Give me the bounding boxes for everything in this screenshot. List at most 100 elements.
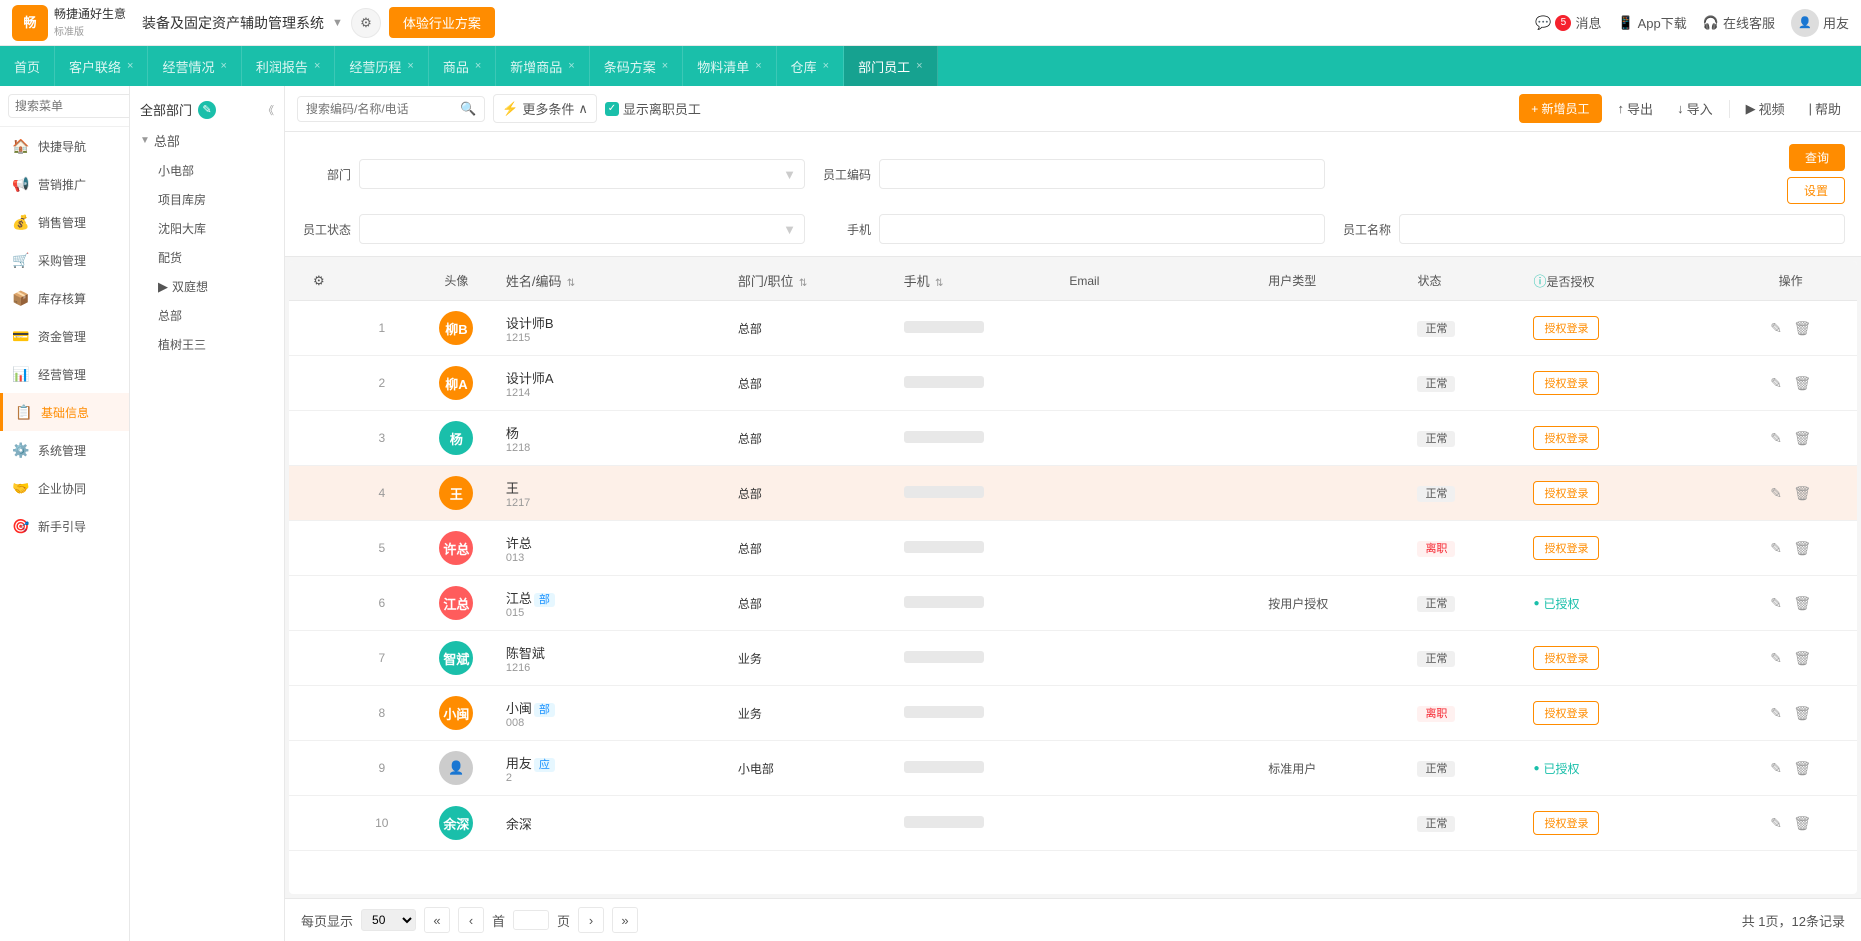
- delete-btn[interactable]: 🗑: [1789, 538, 1815, 558]
- close-icon[interactable]: ×: [568, 60, 574, 72]
- last-page-btn[interactable]: »: [612, 907, 638, 933]
- edit-btn[interactable]: ✎: [1766, 428, 1786, 448]
- auth-btn[interactable]: 授权登录: [1533, 646, 1599, 670]
- tab-operations[interactable]: 经营情况 ×: [148, 46, 241, 86]
- help-btn[interactable]: | 帮助: [1801, 95, 1849, 122]
- dept-item-peihuo[interactable]: 配货: [138, 243, 284, 272]
- per-page-select[interactable]: 50 100: [361, 909, 416, 931]
- col-settings-icon[interactable]: ⚙: [313, 273, 325, 288]
- auth-btn[interactable]: 授权登录: [1533, 481, 1599, 505]
- dept-item-shenyang[interactable]: 沈阳大库: [138, 214, 284, 243]
- filter-name-input[interactable]: [1399, 214, 1845, 244]
- delete-btn[interactable]: 🗑: [1789, 373, 1815, 393]
- sidebar-item-basic-info[interactable]: 📋 基础信息: [0, 393, 129, 431]
- tab-add-goods[interactable]: 新增商品 ×: [496, 46, 589, 86]
- sidebar-item-finance[interactable]: 💳 资金管理: [0, 317, 129, 355]
- tab-warehouse[interactable]: 仓库 ×: [777, 46, 844, 86]
- first-page-btn[interactable]: «: [424, 907, 450, 933]
- edit-btn[interactable]: ✎: [1766, 483, 1786, 503]
- settings-btn[interactable]: ⚙: [351, 8, 381, 38]
- auth-btn[interactable]: 授权登录: [1533, 701, 1599, 725]
- import-btn[interactable]: ↓ 导入: [1669, 95, 1721, 122]
- next-page-btn[interactable]: ›: [578, 907, 604, 933]
- sort-name-icon[interactable]: ⇅: [567, 278, 575, 289]
- add-employee-btn[interactable]: + 新增员工: [1519, 94, 1601, 123]
- sidebar-item-guide[interactable]: 🎯 新手引导: [0, 507, 129, 545]
- close-icon[interactable]: ×: [314, 60, 320, 72]
- edit-btn[interactable]: ✎: [1766, 648, 1786, 668]
- delete-btn[interactable]: 🗑: [1789, 483, 1815, 503]
- tab-history[interactable]: 经营历程 ×: [335, 46, 428, 86]
- online-service-btn[interactable]: 🎧 在线客服: [1703, 13, 1775, 32]
- delete-btn[interactable]: 🗑: [1789, 648, 1815, 668]
- delete-btn[interactable]: 🗑: [1789, 593, 1815, 613]
- edit-btn[interactable]: ✎: [1766, 813, 1786, 833]
- delete-btn[interactable]: 🗑: [1789, 428, 1815, 448]
- close-icon[interactable]: ×: [127, 60, 133, 72]
- dept-parent-zongbu[interactable]: ▼ 总部: [130, 125, 284, 156]
- app-download-btn[interactable]: 📱 App下载: [1617, 13, 1686, 32]
- sidebar-item-purchase[interactable]: 🛒 采购管理: [0, 241, 129, 279]
- edit-btn[interactable]: ✎: [1766, 373, 1786, 393]
- filter-code-input[interactable]: [879, 159, 1325, 189]
- sidebar-item-quick-nav[interactable]: 🏠 快捷导航: [0, 127, 129, 165]
- filter-phone-input[interactable]: [879, 214, 1325, 244]
- close-icon[interactable]: ×: [662, 60, 668, 72]
- tab-bom[interactable]: 物料清单 ×: [683, 46, 776, 86]
- query-btn[interactable]: 查询: [1789, 144, 1845, 171]
- close-icon[interactable]: ×: [220, 60, 226, 72]
- search-input[interactable]: [306, 102, 456, 116]
- sidebar-item-operations[interactable]: 📊 经营管理: [0, 355, 129, 393]
- tab-barcode[interactable]: 条码方案 ×: [590, 46, 683, 86]
- auth-btn[interactable]: 授权登录: [1533, 811, 1599, 835]
- dept-item-zongbu-child[interactable]: 总部: [138, 301, 284, 330]
- tab-employees[interactable]: 部门员工 ×: [844, 46, 937, 86]
- dept-item-xiangmu[interactable]: 项目库房: [138, 185, 284, 214]
- close-icon[interactable]: ×: [823, 60, 829, 72]
- delete-btn[interactable]: 🗑: [1789, 813, 1815, 833]
- tab-profit[interactable]: 利润报告 ×: [242, 46, 335, 86]
- dept-collapse-icon[interactable]: 《: [263, 102, 274, 118]
- edit-btn[interactable]: ✎: [1766, 758, 1786, 778]
- reset-btn[interactable]: 设置: [1787, 177, 1845, 204]
- dept-item-zhishu[interactable]: 植树王三: [138, 330, 284, 359]
- filter-status-select[interactable]: ▼: [359, 214, 805, 244]
- auth-btn[interactable]: 授权登录: [1533, 426, 1599, 450]
- close-icon[interactable]: ×: [475, 60, 481, 72]
- sidebar-search-input[interactable]: [8, 94, 130, 118]
- sidebar-item-marketing[interactable]: 📢 营销推广: [0, 165, 129, 203]
- sidebar-item-inventory[interactable]: 📦 库存核算: [0, 279, 129, 317]
- edit-btn[interactable]: ✎: [1766, 538, 1786, 558]
- dept-item-xiaodian[interactable]: 小电部: [138, 156, 284, 185]
- sort-phone-icon[interactable]: ⇅: [935, 278, 943, 289]
- export-btn[interactable]: ↑ 导出: [1610, 95, 1662, 122]
- dept-edit-icon[interactable]: ✎: [198, 101, 216, 119]
- prev-page-btn[interactable]: ‹: [458, 907, 484, 933]
- edit-btn[interactable]: ✎: [1766, 318, 1786, 338]
- user-info[interactable]: 👤 用友: [1791, 9, 1849, 37]
- close-icon[interactable]: ×: [407, 60, 413, 72]
- close-icon[interactable]: ×: [755, 60, 761, 72]
- sidebar-item-sales[interactable]: 💰 销售管理: [0, 203, 129, 241]
- tab-home[interactable]: 首页: [0, 46, 55, 86]
- edit-btn[interactable]: ✎: [1766, 593, 1786, 613]
- sort-dept-icon[interactable]: ⇅: [799, 278, 807, 289]
- delete-btn[interactable]: 🗑: [1789, 703, 1815, 723]
- auth-btn[interactable]: 授权登录: [1533, 536, 1599, 560]
- tab-customer[interactable]: 客户联络 ×: [55, 46, 148, 86]
- edit-btn[interactable]: ✎: [1766, 703, 1786, 723]
- close-icon[interactable]: ×: [916, 60, 922, 72]
- video-btn[interactable]: ▶ 视频: [1738, 95, 1793, 122]
- page-input[interactable]: 1: [513, 910, 549, 930]
- tab-goods[interactable]: 商品 ×: [429, 46, 496, 86]
- delete-btn[interactable]: 🗑: [1789, 758, 1815, 778]
- system-dropdown-icon[interactable]: ▼: [332, 17, 343, 29]
- message-btn[interactable]: 💬 5 消息: [1535, 13, 1601, 32]
- dept-item-shuangling[interactable]: ▶双庭想: [138, 272, 284, 301]
- sidebar-item-collab[interactable]: 🤝 企业协同: [0, 469, 129, 507]
- sidebar-item-system[interactable]: ⚙️ 系统管理: [0, 431, 129, 469]
- filter-dept-select[interactable]: ▼: [359, 159, 805, 189]
- more-conditions-btn[interactable]: ⚡ 更多条件 ∧: [493, 94, 597, 123]
- trial-btn[interactable]: 体验行业方案: [389, 7, 495, 38]
- delete-btn[interactable]: 🗑: [1789, 318, 1815, 338]
